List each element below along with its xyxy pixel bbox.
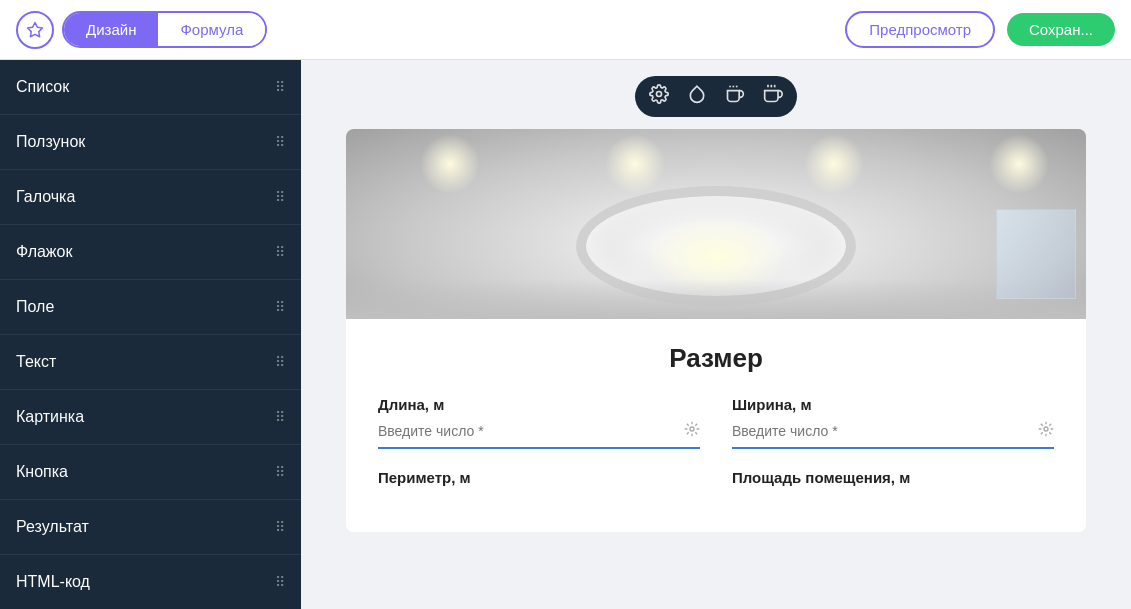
input-icon-length bbox=[684, 421, 700, 441]
label-width: Ширина, м bbox=[732, 396, 1054, 413]
sidebar-item-checkbox[interactable]: Галочка ⠿ bbox=[0, 170, 301, 225]
field-area: Площадь помещения, м bbox=[732, 469, 1054, 492]
sidebar-item-text[interactable]: Текст ⠿ bbox=[0, 335, 301, 390]
drag-handle-image[interactable]: ⠿ bbox=[275, 409, 285, 425]
sidebar-item-slider[interactable]: Ползунок ⠿ bbox=[0, 115, 301, 170]
drag-handle-text[interactable]: ⠿ bbox=[275, 354, 285, 370]
light-3 bbox=[804, 134, 864, 194]
main-layout: Список ⠿ Ползунок ⠿ Галочка ⠿ Флажок ⠿ П… bbox=[0, 60, 1131, 609]
sidebar-item-flag[interactable]: Флажок ⠿ bbox=[0, 225, 301, 280]
label-length: Длина, м bbox=[378, 396, 700, 413]
drag-handle-field[interactable]: ⠿ bbox=[275, 299, 285, 315]
content-area: Размер Длина, м bbox=[301, 60, 1131, 609]
sidebar-item-result[interactable]: Результат ⠿ bbox=[0, 500, 301, 555]
sidebar-item-button[interactable]: Кнопка ⠿ bbox=[0, 445, 301, 500]
preview-button[interactable]: Предпросмотр bbox=[845, 11, 995, 48]
window-reflection bbox=[996, 209, 1076, 299]
svg-point-0 bbox=[657, 92, 662, 97]
tab-design[interactable]: Дизайн bbox=[64, 13, 158, 46]
field-width: Ширина, м bbox=[732, 396, 1054, 449]
cup-icon[interactable] bbox=[725, 84, 745, 109]
light-2 bbox=[605, 134, 665, 194]
toolbar-icons bbox=[635, 76, 797, 117]
drag-handle-result[interactable]: ⠿ bbox=[275, 519, 285, 535]
form-row-1: Длина, м Ширина, м bbox=[378, 396, 1054, 449]
tab-group: Дизайн Формула bbox=[62, 11, 267, 48]
light-1 bbox=[420, 134, 480, 194]
drag-handle-html[interactable]: ⠿ bbox=[275, 574, 285, 590]
svg-point-8 bbox=[1044, 427, 1048, 431]
label-area: Площадь помещения, м bbox=[732, 469, 1054, 486]
sidebar: Список ⠿ Ползунок ⠿ Галочка ⠿ Флажок ⠿ П… bbox=[0, 60, 301, 609]
input-wrapper-width bbox=[732, 419, 1054, 449]
input-length[interactable] bbox=[378, 419, 684, 443]
save-button[interactable]: Сохран... bbox=[1007, 13, 1115, 46]
field-perimeter: Периметр, м bbox=[378, 469, 700, 492]
form-section: Размер Длина, м bbox=[346, 319, 1086, 532]
tab-formula[interactable]: Формула bbox=[158, 13, 265, 46]
sidebar-item-list[interactable]: Список ⠿ bbox=[0, 60, 301, 115]
drag-handle-list[interactable]: ⠿ bbox=[275, 79, 285, 95]
input-icon-width bbox=[1038, 421, 1054, 441]
drag-handle-flag[interactable]: ⠿ bbox=[275, 244, 285, 260]
input-width[interactable] bbox=[732, 419, 1038, 443]
header: Дизайн Формула Предпросмотр Сохран... bbox=[0, 0, 1131, 60]
wall-bottom bbox=[346, 279, 1086, 319]
coffee-icon[interactable] bbox=[763, 84, 783, 109]
field-length: Длина, м bbox=[378, 396, 700, 449]
gear-icon[interactable] bbox=[649, 84, 669, 109]
drop-icon[interactable] bbox=[687, 84, 707, 109]
preview-card: Размер Длина, м bbox=[346, 129, 1086, 532]
form-row-2: Периметр, м Площадь помещения, м bbox=[378, 469, 1054, 492]
sidebar-item-field[interactable]: Поле ⠿ bbox=[0, 280, 301, 335]
input-wrapper-length bbox=[378, 419, 700, 449]
light-4 bbox=[989, 134, 1049, 194]
section-title: Размер bbox=[378, 343, 1054, 374]
label-perimeter: Периметр, м bbox=[378, 469, 700, 486]
sidebar-item-html[interactable]: HTML-код ⠿ bbox=[0, 555, 301, 609]
drag-handle-slider[interactable]: ⠿ bbox=[275, 134, 285, 150]
preview-image-inner bbox=[346, 129, 1086, 319]
header-right: Предпросмотр Сохран... bbox=[845, 11, 1115, 48]
header-left: Дизайн Формула bbox=[16, 11, 267, 49]
settings-circle-icon[interactable] bbox=[16, 11, 54, 49]
preview-image bbox=[346, 129, 1086, 319]
drag-handle-button[interactable]: ⠿ bbox=[275, 464, 285, 480]
svg-point-7 bbox=[690, 427, 694, 431]
sidebar-item-image[interactable]: Картинка ⠿ bbox=[0, 390, 301, 445]
drag-handle-checkbox[interactable]: ⠿ bbox=[275, 189, 285, 205]
